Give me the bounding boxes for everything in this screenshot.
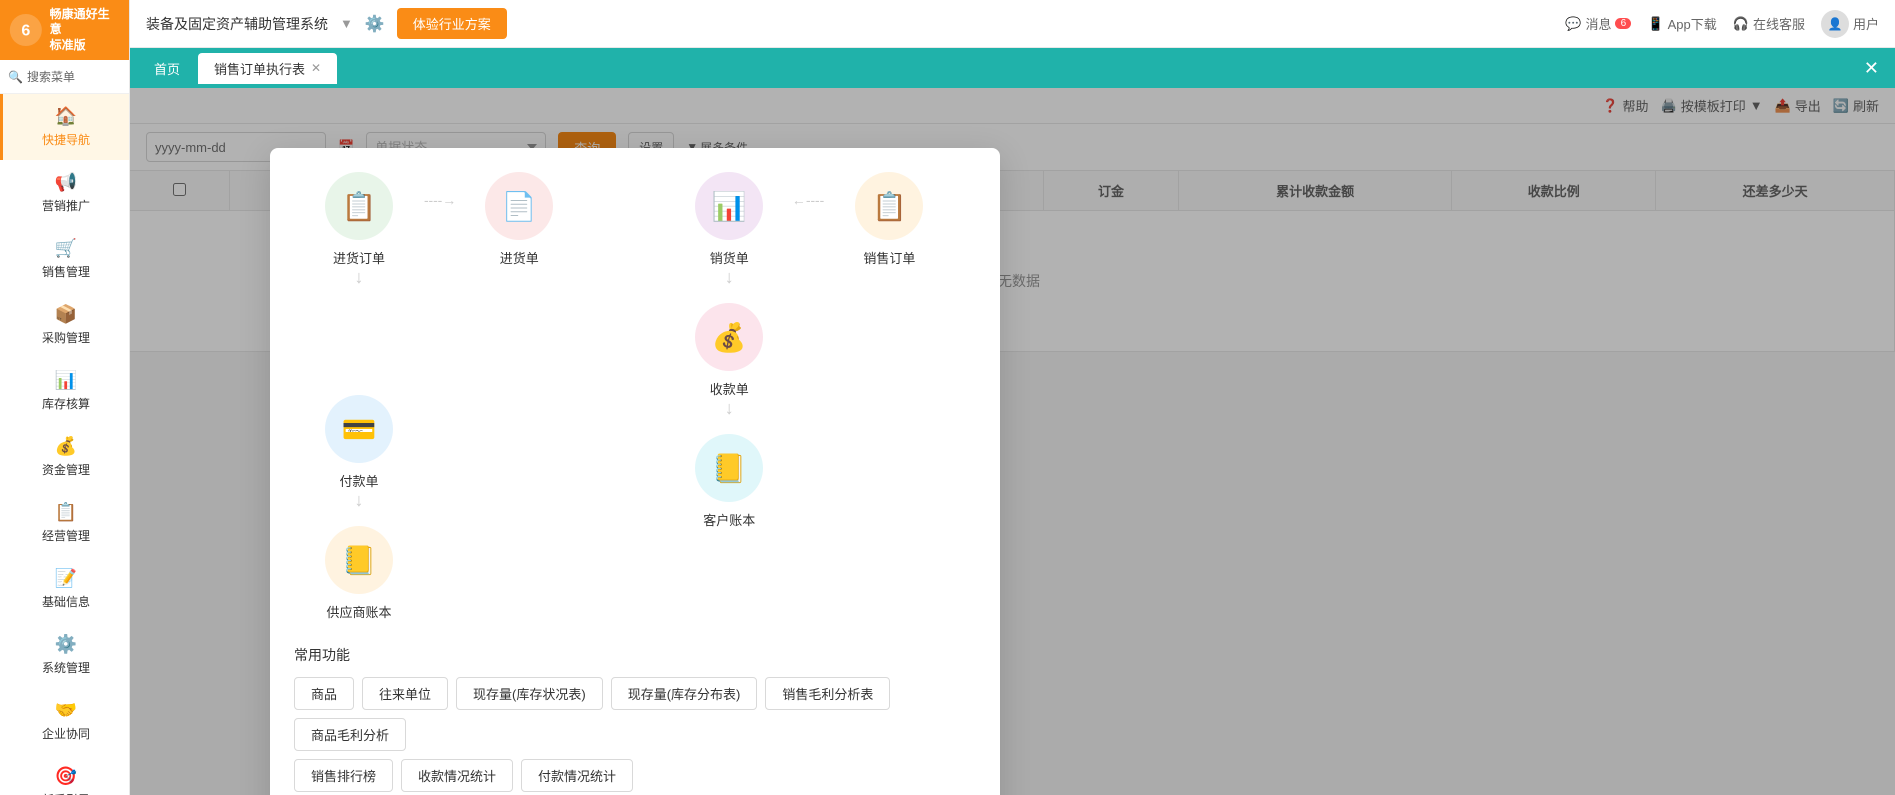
purchase-icon: 📦 [55, 304, 77, 325]
btn-payment-stats[interactable]: 付款情况统计 [521, 759, 633, 792]
user-action[interactable]: 👤 用户 [1821, 10, 1879, 38]
tab-home[interactable]: 首页 [138, 53, 196, 84]
sales-order-label: 销售订单 [863, 248, 915, 267]
sidebar-nav: 🏠 快捷导航 📢 营销推广 🛒 销售管理 📦 采购管理 📊 库存核算 💰 [0, 94, 129, 795]
sidebar-item-guide[interactable]: 🎯 新手引导 [0, 754, 129, 795]
finance-icon: 💰 [55, 436, 77, 457]
sidebar-item-purchase[interactable]: 📦 采购管理 [0, 292, 129, 358]
arrow-down-3: ↓ [725, 267, 734, 287]
sidebar-item-finance[interactable]: 💰 资金管理 [0, 424, 129, 490]
common-functions-title: 常用功能 [294, 645, 976, 665]
arrow-down-4: ↓ [725, 398, 734, 418]
settings-icon[interactable]: ⚙️ [365, 14, 385, 34]
enterprise-icon: 🤝 [55, 700, 77, 721]
sales-order-icon: 📋 [855, 172, 923, 240]
close-all-tabs-icon[interactable]: ✕ [1856, 58, 1887, 79]
sidebar-search[interactable]: 🔍 搜索菜单 [0, 60, 129, 94]
service-icon: 🎧 [1733, 16, 1749, 32]
supplier-ledger-icon: 📒 [325, 526, 393, 594]
chevron-down-icon[interactable]: ▼ [340, 16, 353, 31]
avatar: 👤 [1821, 10, 1849, 38]
sales-icon: 🛒 [55, 238, 77, 259]
btn-stock-status[interactable]: 现存量(库存状况表) [456, 677, 603, 710]
purchase-doc-icon: 📄 [485, 172, 553, 240]
message-badge: 6 [1615, 18, 1631, 29]
marketing-icon: 📢 [55, 172, 77, 193]
search-icon: 🔍 [8, 70, 23, 84]
sidebar-item-marketing[interactable]: 📢 营销推广 [0, 160, 129, 226]
svg-text:6: 6 [21, 21, 30, 39]
flow-supplier-ledger[interactable]: 📒 供应商账本 [299, 526, 419, 621]
arrow-down-2: ↓ [355, 490, 364, 510]
guide-icon: 🎯 [55, 766, 77, 787]
topbar-actions: 💬 消息 6 📱 App下载 🎧 在线客服 👤 用户 [1565, 10, 1879, 38]
payment-out-icon: 💳 [325, 395, 393, 463]
payment-in-icon: 💰 [695, 303, 763, 371]
flow-diagram: 📋 进货订单 ↓ 💳 [294, 172, 976, 621]
message-action[interactable]: 💬 消息 6 [1565, 14, 1631, 33]
home-icon: 🏠 [55, 106, 77, 127]
customer-ledger-icon: 📒 [695, 434, 763, 502]
btn-counterparty[interactable]: 往来单位 [362, 677, 448, 710]
quick-nav-modal: 📋 进货订单 ↓ 💳 [270, 148, 1000, 795]
payment-out-label: 付款单 [339, 471, 378, 490]
btn-sales-margin-analysis[interactable]: 销售毛利分析表 [765, 677, 890, 710]
content-area: ❓ 帮助 🖨️ 按模板打印 ▼ 📤 导出 🔄 刷新 [130, 88, 1895, 795]
purchase-doc-label: 进货单 [500, 248, 539, 267]
payment-in-label: 收款单 [710, 379, 749, 398]
system-title: 装备及固定资产辅助管理系统 [146, 14, 328, 34]
arrow-purchase-order-to-doc: - - - - → [424, 192, 454, 208]
customer-ledger-label: 客户账本 [703, 510, 755, 529]
tab-sales-order-exec[interactable]: 销售订单执行表 ✕ [198, 53, 337, 84]
main-area: 装备及固定资产辅助管理系统 ▼ ⚙️ 体验行业方案 💬 消息 6 📱 App下载… [130, 0, 1895, 795]
logo: 6 畅康通好生意 标准版 [0, 0, 129, 60]
flow-purchase-order[interactable]: 📋 进货订单 [299, 172, 419, 267]
btn-stock-distribution[interactable]: 现存量(库存分布表) [611, 677, 758, 710]
purchase-order-label: 进货订单 [333, 248, 385, 267]
online-service-action[interactable]: 🎧 在线客服 [1733, 14, 1805, 33]
sales-doc-icon: 📊 [695, 172, 763, 240]
flow-sales-doc[interactable]: 📊 销货单 [669, 172, 789, 267]
sidebar-item-operations[interactable]: 📋 经营管理 [0, 490, 129, 556]
btn-product-margin-analysis[interactable]: 商品毛利分析 [294, 718, 406, 751]
tabs-bar: 首页 销售订单执行表 ✕ ✕ [130, 48, 1895, 88]
logo-text: 畅康通好生意 标准版 [50, 7, 121, 54]
common-buttons-row-2: 销售排行榜 收款情况统计 付款情况统计 [294, 759, 976, 792]
sidebar-item-basic-info[interactable]: 📝 基础信息 [0, 556, 129, 622]
arrow-down-1: ↓ [325, 267, 393, 287]
supplier-ledger-label: 供应商账本 [326, 602, 391, 621]
sidebar: 6 畅康通好生意 标准版 🔍 搜索菜单 🏠 快捷导航 📢 营销推广 🛒 销售管理 [0, 0, 130, 795]
app-download-action[interactable]: 📱 App下载 [1647, 14, 1716, 33]
sidebar-item-enterprise[interactable]: 🤝 企业协同 [0, 688, 129, 754]
sidebar-item-sales[interactable]: 🛒 销售管理 [0, 226, 129, 292]
experience-btn[interactable]: 体验行业方案 [397, 8, 507, 39]
flow-payment-out[interactable]: 💳 付款单 [299, 395, 419, 490]
flow-payment-in[interactable]: 💰 收款单 [669, 303, 789, 398]
system-icon: ⚙️ [55, 634, 77, 655]
inventory-icon: 📊 [55, 370, 77, 391]
btn-sales-ranking[interactable]: 销售排行榜 [294, 759, 393, 792]
sales-doc-label: 销货单 [710, 248, 749, 267]
sidebar-item-inventory[interactable]: 📊 库存核算 [0, 358, 129, 424]
operations-icon: 📋 [55, 502, 77, 523]
tab-close-icon[interactable]: ✕ [311, 61, 321, 75]
flow-customer-ledger[interactable]: 📒 客户账本 [669, 434, 789, 529]
purchase-order-icon: 📋 [325, 172, 393, 240]
topbar: 装备及固定资产辅助管理系统 ▼ ⚙️ 体验行业方案 💬 消息 6 📱 App下载… [130, 0, 1895, 48]
message-icon: 💬 [1565, 16, 1581, 32]
sidebar-item-quick-nav[interactable]: 🏠 快捷导航 [0, 94, 129, 160]
flow-sales-order[interactable]: 📋 销售订单 [829, 172, 949, 267]
common-functions: 常用功能 商品 往来单位 现存量(库存状况表) 现存量(库存分布表) 销售毛利分… [294, 645, 976, 792]
common-buttons-row: 商品 往来单位 现存量(库存状况表) 现存量(库存分布表) 销售毛利分析表 商品… [294, 677, 976, 751]
btn-product[interactable]: 商品 [294, 677, 354, 710]
sidebar-item-system[interactable]: ⚙️ 系统管理 [0, 622, 129, 688]
btn-receipt-stats[interactable]: 收款情况统计 [401, 759, 513, 792]
download-icon: 📱 [1647, 16, 1663, 32]
logo-icon: 6 [8, 12, 44, 48]
basic-info-icon: 📝 [55, 568, 77, 589]
arrow-sales-doc-to-order: - - - - → [794, 192, 824, 208]
flow-purchase-doc[interactable]: 📄 进货单 [459, 172, 579, 267]
modal-overlay[interactable]: 📋 进货订单 ↓ 💳 [130, 88, 1895, 795]
